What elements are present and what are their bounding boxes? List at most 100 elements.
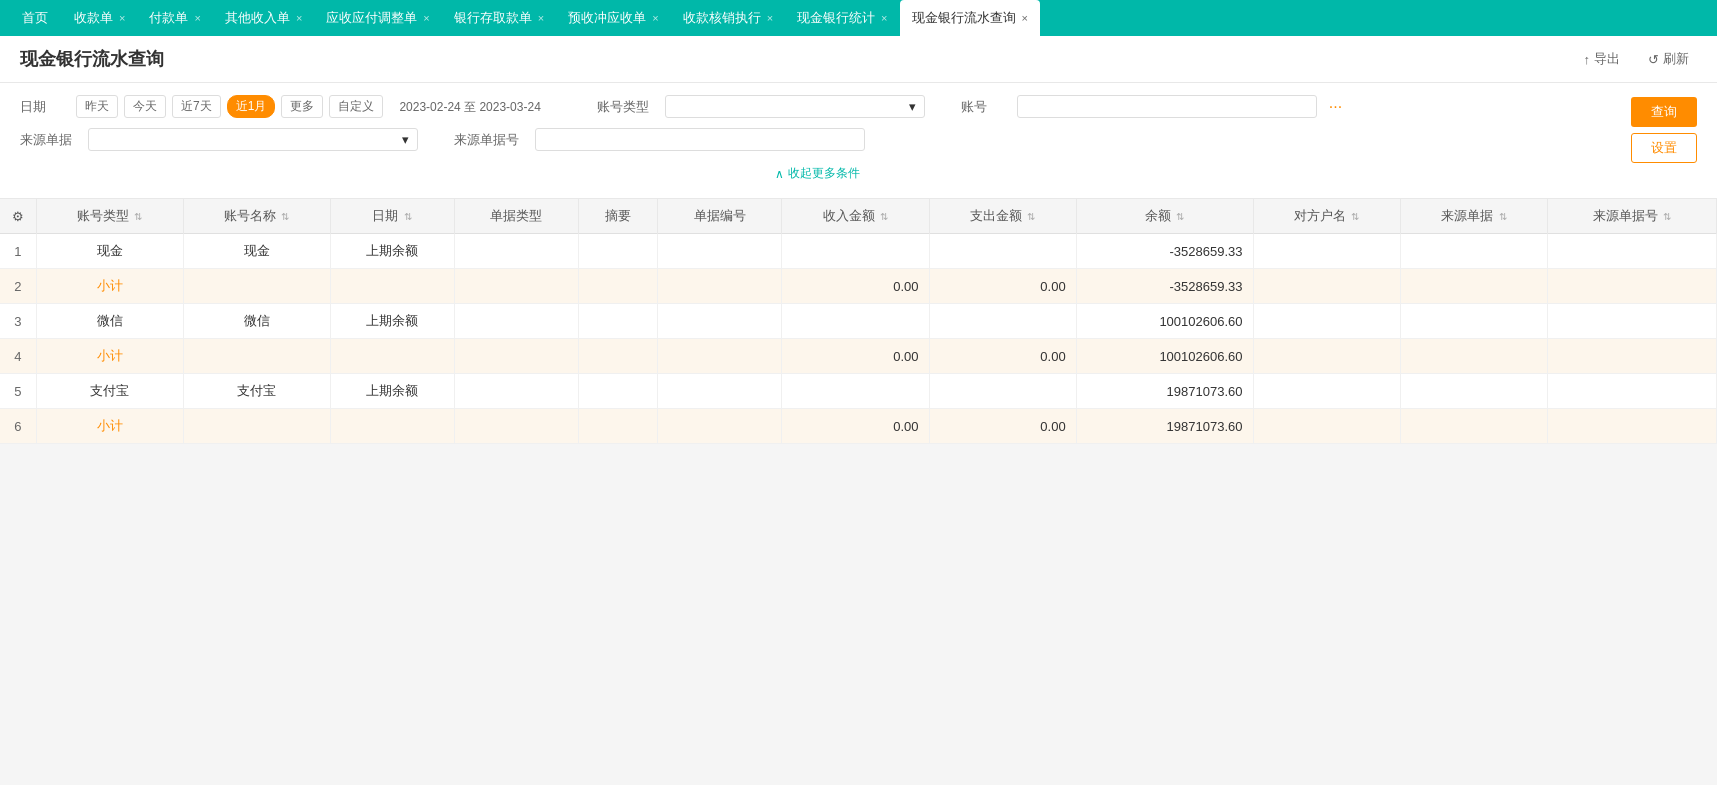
date-label: 日期 <box>20 98 60 116</box>
nav-tab-xianjintongji[interactable]: 现金银行统计 × <box>785 0 899 36</box>
table-body: 1现金现金上期余额-3528659.332小计0.000.00-3528659.… <box>0 234 1717 444</box>
table-cell: 2 <box>0 269 36 304</box>
settings-button[interactable]: 设置 <box>1631 133 1697 163</box>
col-account-type[interactable]: 账号类型 ⇅ <box>36 199 183 234</box>
chevron-down-icon2: ▾ <box>402 132 409 147</box>
nav-tab-yushouchong[interactable]: 预收冲应收单 × <box>556 0 670 36</box>
table-cell: 0.00 <box>782 269 929 304</box>
account-type-select[interactable]: ▾ <box>665 95 925 118</box>
col-date[interactable]: 日期 ⇅ <box>330 199 454 234</box>
data-table: ⚙ 账号类型 ⇅ 账号名称 ⇅ 日期 ⇅ 单据类型 摘要 <box>0 199 1717 444</box>
table-cell: 6 <box>0 409 36 444</box>
export-button[interactable]: ↑ 导出 <box>1576 46 1629 72</box>
account-dots-button[interactable]: ··· <box>1325 98 1346 116</box>
table-cell <box>658 374 782 409</box>
close-icon[interactable]: × <box>119 12 125 24</box>
nav-tab-qitashouru[interactable]: 其他收入单 × <box>213 0 314 36</box>
date-range-text: 2023-02-24 至 2023-03-24 <box>399 99 540 116</box>
table-cell <box>1400 234 1547 269</box>
table-cell <box>330 409 454 444</box>
table-cell <box>1547 269 1716 304</box>
col-income[interactable]: 收入金额 ⇅ <box>782 199 929 234</box>
table-cell <box>782 234 929 269</box>
table-cell: 小计 <box>36 269 183 304</box>
account-row: ··· <box>1017 95 1346 118</box>
table-cell <box>1547 234 1716 269</box>
source-doc-select[interactable]: ▾ <box>88 128 418 151</box>
date-range-display: 2023-02-24 至 2023-03-24 <box>399 97 540 116</box>
nav-home[interactable]: 首页 <box>8 0 62 36</box>
date-btn-yesterday[interactable]: 昨天 <box>76 95 118 118</box>
col-doc-type[interactable]: 单据类型 <box>454 199 578 234</box>
collapse-bar[interactable]: ∧ 收起更多条件 <box>20 161 1615 186</box>
sort-icon: ⇅ <box>880 211 888 222</box>
col-account-name[interactable]: 账号名称 ⇅ <box>183 199 330 234</box>
close-icon[interactable]: × <box>652 12 658 24</box>
table-cell: 上期余额 <box>330 304 454 339</box>
col-source-doc-num[interactable]: 来源单据号 ⇅ <box>1547 199 1716 234</box>
collapse-icon: ∧ <box>775 167 784 181</box>
nav-tab-fukuandan[interactable]: 付款单 × <box>137 0 212 36</box>
nav-tab-yingshoutiaozhen[interactable]: 应收应付调整单 × <box>314 0 441 36</box>
table-cell: 小计 <box>36 339 183 374</box>
table-cell <box>1253 304 1400 339</box>
query-button[interactable]: 查询 <box>1631 97 1697 127</box>
table-container: ⚙ 账号类型 ⇅ 账号名称 ⇅ 日期 ⇅ 单据类型 摘要 <box>0 199 1717 444</box>
table-cell: 0.00 <box>782 409 929 444</box>
sort-icon: ⇅ <box>1663 211 1671 222</box>
table-cell <box>658 409 782 444</box>
table-cell: 5 <box>0 374 36 409</box>
nav-tab-shoukuanhexiao[interactable]: 收款核销执行 × <box>671 0 785 36</box>
table-cell: 现金 <box>36 234 183 269</box>
table-cell <box>929 234 1076 269</box>
nav-tab-yinhangcunkuan[interactable]: 银行存取款单 × <box>442 0 556 36</box>
close-icon[interactable]: × <box>881 12 887 24</box>
col-doc-num[interactable]: 单据编号 <box>658 199 782 234</box>
table-cell <box>1400 269 1547 304</box>
table-cell: 支付宝 <box>183 374 330 409</box>
sort-icon: ⇅ <box>1351 211 1359 222</box>
date-options: 昨天 今天 近7天 近1月 更多 自定义 <box>76 95 383 118</box>
close-icon[interactable]: × <box>423 12 429 24</box>
page-header: 现金银行流水查询 ↑ 导出 ↺ 刷新 <box>0 36 1717 83</box>
table-row: 5支付宝支付宝上期余额19871073.60 <box>0 374 1717 409</box>
header-actions: ↑ 导出 ↺ 刷新 <box>1576 46 1698 72</box>
col-source-doc[interactable]: 来源单据 ⇅ <box>1400 199 1547 234</box>
sort-icon: ⇅ <box>281 211 289 222</box>
col-expense[interactable]: 支出金额 ⇅ <box>929 199 1076 234</box>
refresh-icon: ↺ <box>1648 52 1659 67</box>
date-btn-1month[interactable]: 近1月 <box>227 95 276 118</box>
col-counterparty[interactable]: 对方户名 ⇅ <box>1253 199 1400 234</box>
table-cell: 19871073.60 <box>1076 409 1253 444</box>
table-cell <box>929 304 1076 339</box>
account-label: 账号 <box>961 98 1001 116</box>
close-icon[interactable]: × <box>194 12 200 24</box>
col-balance[interactable]: 余额 ⇅ <box>1076 199 1253 234</box>
date-btn-today[interactable]: 今天 <box>124 95 166 118</box>
col-gear[interactable]: ⚙ <box>0 199 36 234</box>
table-cell <box>1547 409 1716 444</box>
close-icon[interactable]: × <box>296 12 302 24</box>
sort-icon: ⇅ <box>134 211 142 222</box>
account-input[interactable] <box>1026 99 1308 114</box>
date-btn-7days[interactable]: 近7天 <box>172 95 221 118</box>
table-cell: 支付宝 <box>36 374 183 409</box>
table-cell: 0.00 <box>929 339 1076 374</box>
table-cell: 0.00 <box>929 409 1076 444</box>
account-input-wrap <box>1017 95 1317 118</box>
refresh-button[interactable]: ↺ 刷新 <box>1640 46 1697 72</box>
close-icon[interactable]: × <box>1022 12 1028 24</box>
table-cell: 3 <box>0 304 36 339</box>
nav-tab-shoukuandan[interactable]: 收款单 × <box>62 0 137 36</box>
filter-actions: 查询 设置 <box>1615 95 1697 163</box>
col-summary[interactable]: 摘要 <box>578 199 658 234</box>
date-btn-custom[interactable]: 自定义 <box>329 95 383 118</box>
close-icon[interactable]: × <box>767 12 773 24</box>
table-cell <box>782 374 929 409</box>
source-doc-num-input[interactable] <box>544 132 856 147</box>
nav-tab-liushui-active[interactable]: 现金银行流水查询 × <box>900 0 1040 36</box>
date-btn-more[interactable]: 更多 <box>281 95 323 118</box>
close-icon[interactable]: × <box>538 12 544 24</box>
source-doc-num-label: 来源单据号 <box>454 131 519 149</box>
filter-area: 日期 昨天 今天 近7天 近1月 更多 自定义 2023-02-24 至 202… <box>0 83 1717 199</box>
